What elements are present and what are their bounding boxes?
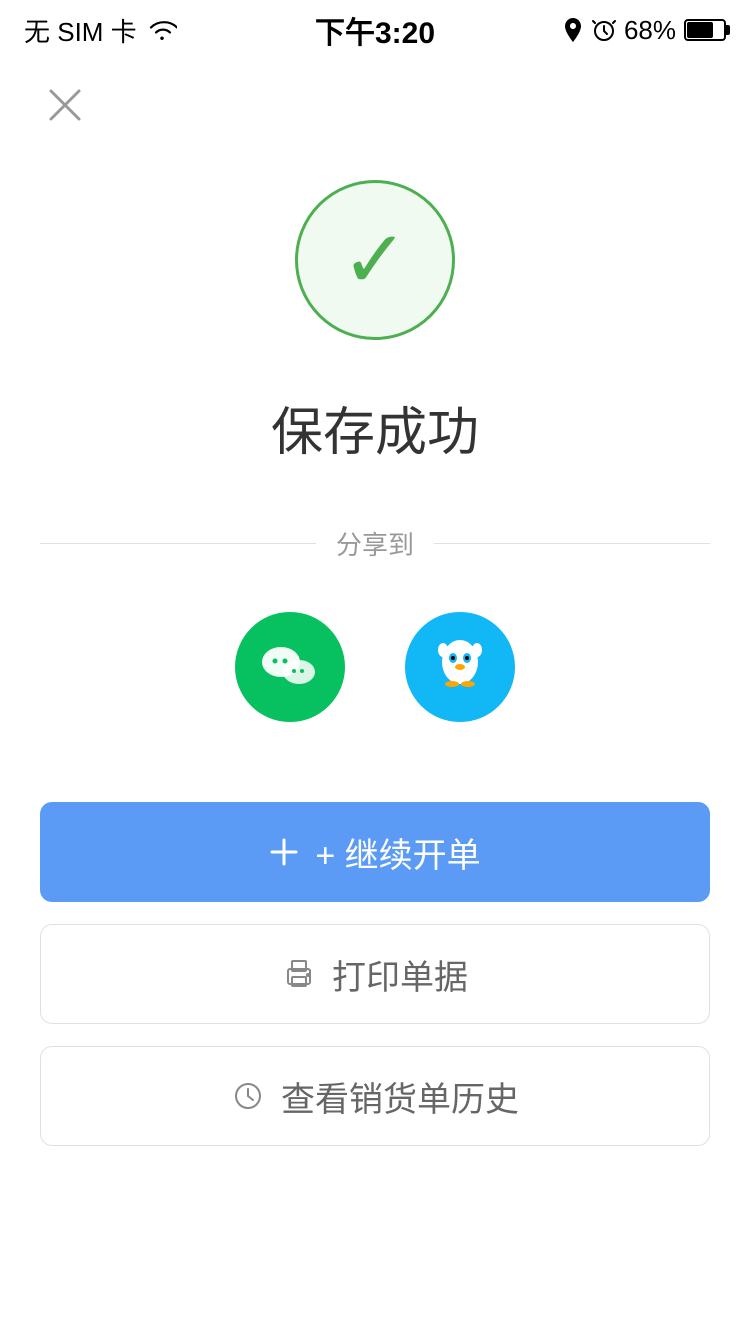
wechat-icon <box>259 640 321 695</box>
battery-percent: 68% <box>624 15 676 46</box>
carrier-text: 无 SIM 卡 <box>24 12 137 49</box>
share-divider: 分享到 <box>40 525 710 562</box>
location-icon <box>562 17 584 43</box>
status-bar: 无 SIM 卡 下午3:20 68% <box>0 0 750 60</box>
share-row <box>235 612 515 722</box>
continue-button-label: + 继续开单 <box>315 828 480 877</box>
divider-line-right <box>434 543 710 544</box>
close-button-row <box>0 60 750 150</box>
history-button-label: 查看销货单历史 <box>281 1072 519 1121</box>
main-content: ✓ 保存成功 分享到 <box>0 150 750 1146</box>
history-icon <box>231 1079 265 1113</box>
battery-icon <box>684 19 726 41</box>
share-wechat-button[interactable] <box>235 612 345 722</box>
status-time: 下午3:20 <box>315 8 435 52</box>
print-button-label: 打印单据 <box>332 950 468 999</box>
success-title: 保存成功 <box>271 390 479 465</box>
printer-icon <box>282 957 316 991</box>
print-button[interactable]: 打印单据 <box>40 924 710 1024</box>
continue-button[interactable]: + 继续开单 <box>40 802 710 902</box>
plus-icon <box>269 837 299 867</box>
share-qq-button[interactable] <box>405 612 515 722</box>
checkmark-icon: ✓ <box>341 220 408 300</box>
history-button[interactable]: 查看销货单历史 <box>40 1046 710 1146</box>
close-icon <box>47 87 83 123</box>
action-buttons: + 继续开单 打印单据 查看销货单历史 <box>40 802 710 1146</box>
wifi-icon <box>147 19 177 41</box>
status-left: 无 SIM 卡 <box>24 12 177 49</box>
success-circle: ✓ <box>295 180 455 340</box>
divider-line-left <box>40 543 316 544</box>
close-button[interactable] <box>40 80 90 130</box>
share-label: 分享到 <box>316 525 434 562</box>
qq-icon <box>430 632 490 702</box>
status-right: 68% <box>562 15 726 46</box>
alarm-icon <box>592 17 616 43</box>
